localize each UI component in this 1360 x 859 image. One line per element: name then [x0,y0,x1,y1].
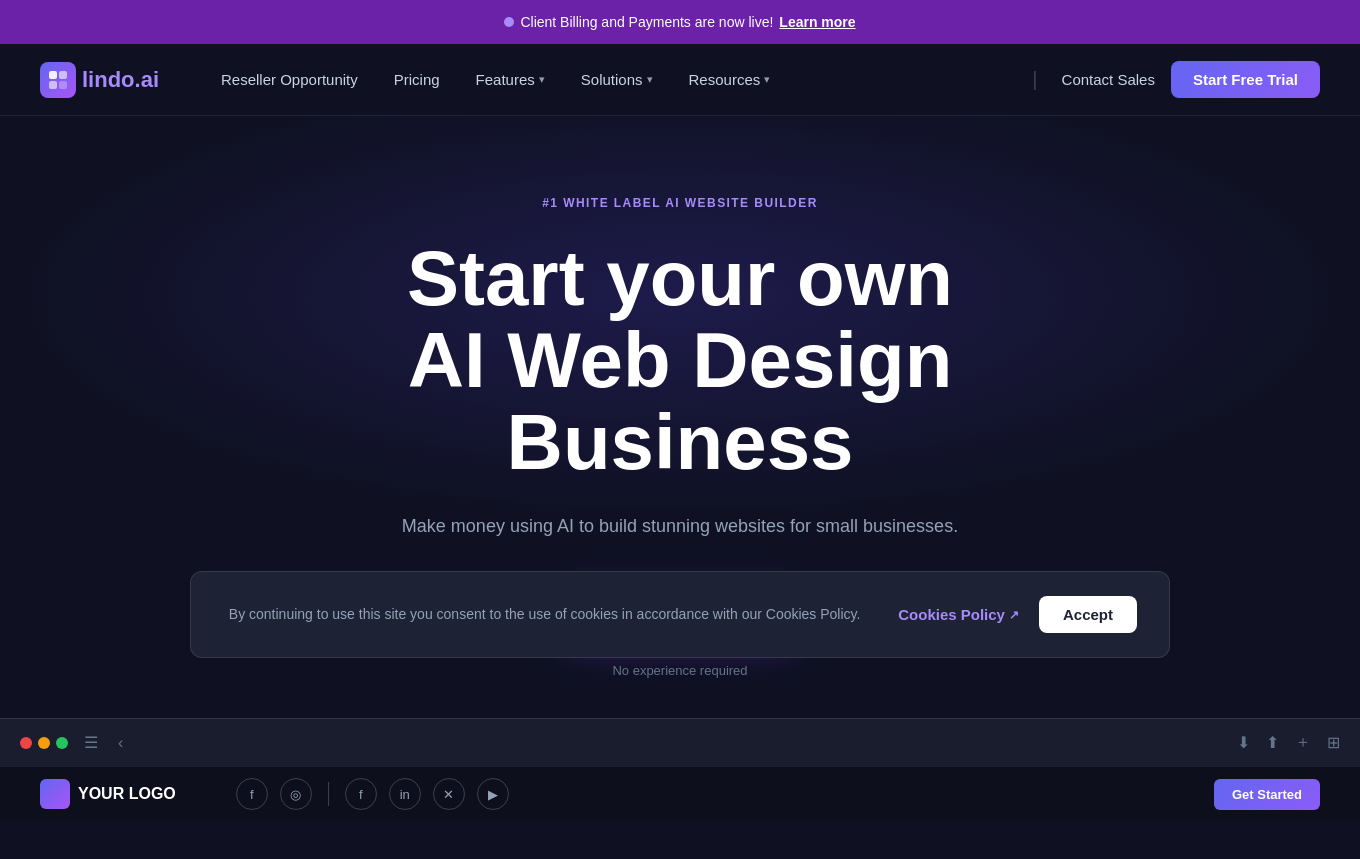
navbar: lindo.ai Reseller Opportunity Pricing Fe… [0,44,1360,116]
sidebar-toggle-icon[interactable]: ☰ [80,729,102,756]
hero-note: No experience required [612,663,747,678]
social-icon-youtube[interactable]: ▶ [477,778,509,810]
svg-rect-2 [49,81,57,89]
nav-item-features[interactable]: Features ▾ [462,63,559,96]
nav-item-reseller[interactable]: Reseller Opportunity [207,63,372,96]
download-icon[interactable]: ⬇ [1237,733,1250,752]
contact-sales-link[interactable]: Contact Sales [1062,71,1155,88]
nav-links: Reseller Opportunity Pricing Features ▾ … [207,63,1024,96]
svg-rect-0 [49,71,57,79]
hero-badge: #1 WHITE LABEL AI WEBSITE BUILDER [542,196,818,210]
hero-subtitle: Make money using AI to build stunning we… [402,512,958,541]
logo-icon [40,62,76,98]
nav-item-solutions[interactable]: Solutions ▾ [567,63,667,96]
logo-text: lindo.ai [82,67,159,93]
hero-section: #1 WHITE LABEL AI WEBSITE BUILDER Start … [0,116,1360,718]
announcement-text: Client Billing and Payments are now live… [520,14,773,30]
social-icon-instagram[interactable]: ◎ [280,778,312,810]
browser-dot-green [56,737,68,749]
announcement-dot [504,17,514,27]
cookie-actions: Cookies Policy ↗ Accept [898,596,1137,633]
footer-icon-divider [328,782,329,806]
resources-chevron-icon: ▾ [764,73,770,86]
browser-dots [20,737,68,749]
nav-item-resources[interactable]: Resources ▾ [675,63,785,96]
svg-rect-3 [59,81,67,89]
social-icon-facebook2[interactable]: f [345,778,377,810]
hero-title: Start your own AI Web Design Business [230,238,1130,484]
social-icon-facebook[interactable]: f [236,778,268,810]
chevron-left-icon[interactable]: ‹ [114,730,127,756]
browser-actions: ⬇ ⬆ ＋ ⊞ [1237,732,1340,753]
footer-strip: YOUR LOGO f ◎ f in ✕ ▶ Get Started [0,766,1360,821]
features-chevron-icon: ▾ [539,73,545,86]
solutions-chevron-icon: ▾ [647,73,653,86]
start-trial-nav-button[interactable]: Start Free Trial [1171,61,1320,98]
footer-cta-button[interactable]: Get Started [1214,779,1320,810]
cookie-policy-link[interactable]: Cookies Policy ↗ [898,606,1019,623]
logo[interactable]: lindo.ai [40,62,159,98]
announcement-bar: Client Billing and Payments are now live… [0,0,1360,44]
share-icon[interactable]: ⬆ [1266,733,1279,752]
cookie-accept-button[interactable]: Accept [1039,596,1137,633]
footer-logo: YOUR LOGO [40,779,176,809]
grid-icon[interactable]: ⊞ [1327,733,1340,752]
browser-dot-yellow [38,737,50,749]
nav-right: | Contact Sales Start Free Trial [1024,61,1320,98]
nav-divider: | [1032,68,1037,91]
footer-social-icons: f ◎ f in ✕ ▶ [236,778,509,810]
cookie-message: By continuing to use this site you conse… [223,604,866,625]
external-link-icon: ↗ [1009,608,1019,622]
learn-more-link[interactable]: Learn more [779,14,855,30]
social-icon-linkedin[interactable]: in [389,778,421,810]
social-icon-twitter[interactable]: ✕ [433,778,465,810]
footer-logo-text: YOUR LOGO [78,785,176,803]
browser-bar: ☰ ‹ ⬇ ⬆ ＋ ⊞ [0,718,1360,766]
browser-dot-red [20,737,32,749]
cookie-banner: By continuing to use this site you conse… [190,571,1170,658]
svg-rect-1 [59,71,67,79]
footer-logo-icon [40,779,70,809]
add-icon[interactable]: ＋ [1295,732,1311,753]
nav-item-pricing[interactable]: Pricing [380,63,454,96]
